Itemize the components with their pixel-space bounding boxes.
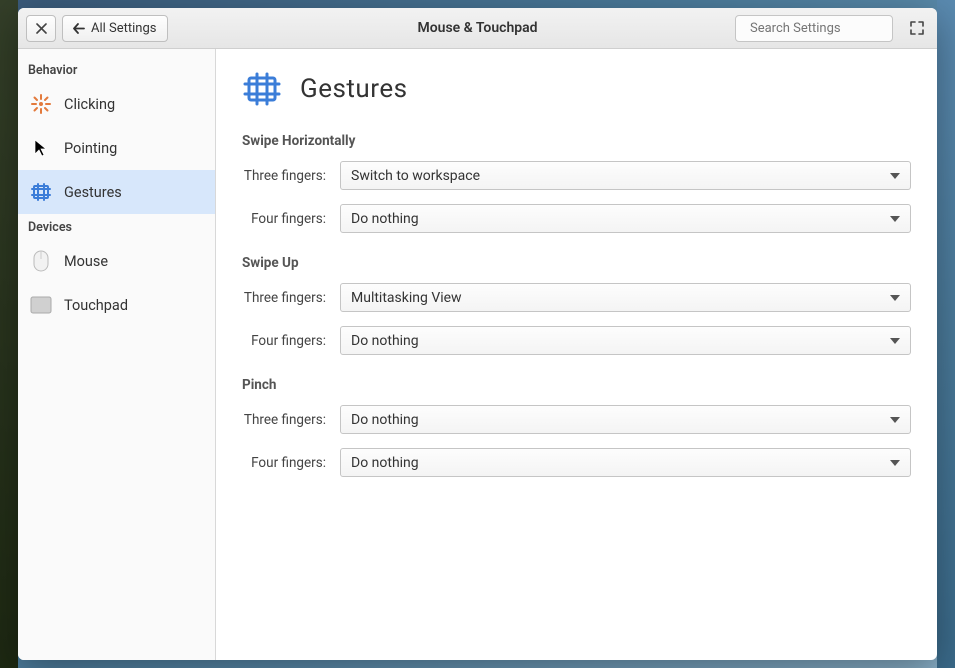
all-settings-button[interactable]: All Settings — [62, 15, 168, 42]
cursor-icon — [30, 137, 52, 159]
combo-value: Do nothing — [351, 412, 419, 428]
back-arrow-icon — [73, 23, 85, 34]
sidebar-item-label: Pointing — [64, 140, 117, 157]
close-icon — [36, 23, 47, 34]
chevron-down-icon — [890, 417, 900, 423]
combo-swipe-h-four[interactable]: Do nothing — [340, 204, 911, 233]
maximize-icon — [910, 21, 924, 35]
chevron-down-icon — [890, 216, 900, 222]
row-swipe-h-three: Three fingers: Switch to workspace — [242, 161, 911, 190]
combo-value: Do nothing — [351, 455, 419, 471]
row-swipe-h-four: Four fingers: Do nothing — [242, 204, 911, 233]
close-button[interactable] — [26, 15, 56, 42]
sidebar-item-pointing[interactable]: Pointing — [18, 126, 215, 170]
combo-pinch-three[interactable]: Do nothing — [340, 405, 911, 434]
sidebar-item-label: Touchpad — [64, 297, 128, 314]
combo-swipe-h-three[interactable]: Switch to workspace — [340, 161, 911, 190]
section-pinch: Pinch — [242, 377, 911, 393]
row-swipe-up-four: Four fingers: Do nothing — [242, 326, 911, 355]
click-icon — [30, 93, 52, 115]
combo-value: Do nothing — [351, 211, 419, 227]
content-area: Behavior Clicking Pointing Gestures D — [18, 49, 937, 660]
combo-swipe-up-four[interactable]: Do nothing — [340, 326, 911, 355]
row-label: Four fingers: — [242, 333, 326, 349]
sidebar-section-devices: Devices — [18, 214, 215, 239]
sidebar: Behavior Clicking Pointing Gestures D — [18, 49, 216, 660]
row-label: Four fingers: — [242, 211, 326, 227]
search-field[interactable] — [735, 15, 893, 42]
row-label: Three fingers: — [242, 412, 326, 428]
row-swipe-up-three: Three fingers: Multitasking View — [242, 283, 911, 312]
main-panel: Gestures Swipe Horizontally Three finger… — [216, 49, 937, 660]
gestures-icon — [30, 181, 52, 203]
section-swipe-horizontally: Swipe Horizontally — [242, 133, 911, 149]
sidebar-item-label: Gestures — [64, 184, 122, 201]
titlebar: All Settings Mouse & Touchpad — [18, 8, 937, 49]
settings-window: All Settings Mouse & Touchpad Behavior C… — [18, 8, 937, 660]
page-title: Gestures — [300, 74, 408, 104]
row-label: Three fingers: — [242, 290, 326, 306]
sidebar-section-behavior: Behavior — [18, 57, 215, 82]
combo-value: Multitasking View — [351, 290, 462, 306]
combo-swipe-up-three[interactable]: Multitasking View — [340, 283, 911, 312]
maximize-button[interactable] — [905, 16, 929, 40]
sidebar-item-mouse[interactable]: Mouse — [18, 239, 215, 283]
sidebar-item-gestures[interactable]: Gestures — [18, 170, 215, 214]
chevron-down-icon — [890, 338, 900, 344]
desktop-wallpaper-left — [0, 0, 18, 668]
all-settings-label: All Settings — [91, 21, 157, 36]
chevron-down-icon — [890, 460, 900, 466]
sidebar-item-clicking[interactable]: Clicking — [18, 82, 215, 126]
combo-value: Do nothing — [351, 333, 419, 349]
chevron-down-icon — [890, 295, 900, 301]
page-heading: Gestures — [242, 71, 911, 107]
gestures-heading-icon — [242, 71, 282, 107]
row-label: Three fingers: — [242, 168, 326, 184]
touchpad-icon — [30, 294, 52, 316]
chevron-down-icon — [890, 173, 900, 179]
combo-value: Switch to workspace — [351, 168, 480, 184]
sidebar-item-label: Mouse — [64, 253, 108, 270]
section-swipe-up: Swipe Up — [242, 255, 911, 271]
search-input[interactable] — [750, 21, 916, 36]
row-pinch-three: Three fingers: Do nothing — [242, 405, 911, 434]
combo-pinch-four[interactable]: Do nothing — [340, 448, 911, 477]
mouse-icon — [30, 250, 52, 272]
sidebar-item-label: Clicking — [64, 96, 115, 113]
row-pinch-four: Four fingers: Do nothing — [242, 448, 911, 477]
row-label: Four fingers: — [242, 455, 326, 471]
sidebar-item-touchpad[interactable]: Touchpad — [18, 283, 215, 327]
desktop-wallpaper-right — [937, 0, 955, 668]
